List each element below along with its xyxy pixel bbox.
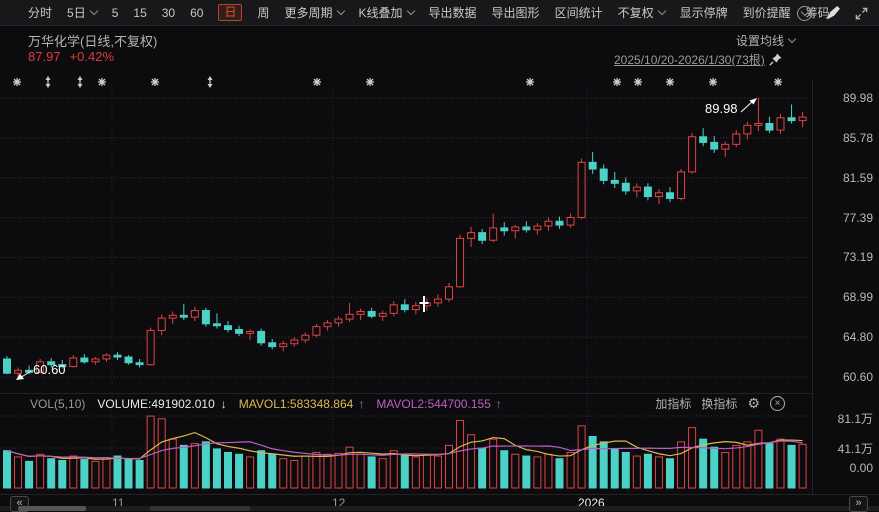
- xaxis-divider: [0, 494, 879, 495]
- change-percent: +0.42%: [69, 49, 114, 64]
- price-row: 87.97 +0.42%: [28, 49, 123, 64]
- volume-tick: 81.1万: [837, 412, 873, 426]
- ma-settings-label: 设置均线: [736, 34, 785, 48]
- add-indicator-button[interactable]: 加指标: [655, 395, 691, 412]
- chevron-down-icon: [787, 34, 797, 44]
- horizontal-scrollbar-track[interactable]: [0, 506, 879, 511]
- high-price-annotation: 89.98: [705, 101, 738, 116]
- indicator-settings-gear-icon[interactable]: ⚙: [747, 395, 760, 412]
- mavol1-up-arrow-icon: ↑: [358, 396, 365, 411]
- volume-indicator-name: VOL(5,10): [30, 396, 86, 411]
- switch-indicator-button[interactable]: 换指标: [701, 395, 737, 412]
- volume-value: VOLUME:491902.010: [97, 396, 215, 411]
- price-tick: 85.78: [842, 131, 873, 145]
- volume-tick: 41.1万: [837, 442, 873, 456]
- mavol1-value: MAVOL1:583348.864: [238, 396, 354, 411]
- mavol2-value: MAVOL2:544700.155: [376, 396, 491, 411]
- scroll-right-button[interactable]: »: [849, 496, 868, 512]
- price-tick: 73.19: [842, 250, 873, 264]
- pane-divider: [0, 393, 812, 394]
- horizontal-scrollbar-thumb[interactable]: [18, 506, 86, 511]
- price-tick: 64.80: [842, 330, 873, 344]
- date-range-link[interactable]: 2025/10/20-2026/1/30(73根): [614, 51, 782, 68]
- ma-settings-menu[interactable]: 设置均线: [736, 32, 797, 49]
- mavol2-up-arrow-icon: ↑: [495, 396, 502, 411]
- price-tick: 89.98: [842, 91, 873, 105]
- last-price: 87.97: [28, 49, 61, 64]
- price-tick: 81.59: [842, 171, 873, 185]
- volume-indicator-header: VOL(5,10) VOLUME:491902.010 ↓ MAVOL1:583…: [30, 396, 502, 411]
- volume-tick: 0.00: [849, 461, 873, 475]
- stock-title: 万华化学(日线,不复权): [28, 34, 158, 49]
- price-tick: 60.60: [842, 370, 873, 384]
- price-tick: 77.39: [842, 211, 873, 225]
- date-range-label: 2025/10/20-2026/1/30(73根): [614, 53, 765, 67]
- stock-chart-app: 分时 5日 5 15 30 60 日 周 更多周期 K线叠加 导出数据 导出图形…: [0, 0, 879, 512]
- volume-pane-actions: 加指标 换指标 ⚙ ×: [655, 395, 785, 412]
- low-price-annotation: 60.60: [33, 362, 66, 377]
- volume-down-arrow-icon: ↓: [220, 396, 227, 411]
- horizontal-scrollbar-thumb-secondary[interactable]: [150, 506, 250, 511]
- price-tick: 68.99: [842, 290, 873, 304]
- pin-icon: [769, 53, 782, 66]
- close-indicator-icon[interactable]: ×: [770, 396, 785, 411]
- chart-canvas[interactable]: [0, 0, 879, 512]
- axis-divider: [812, 80, 813, 494]
